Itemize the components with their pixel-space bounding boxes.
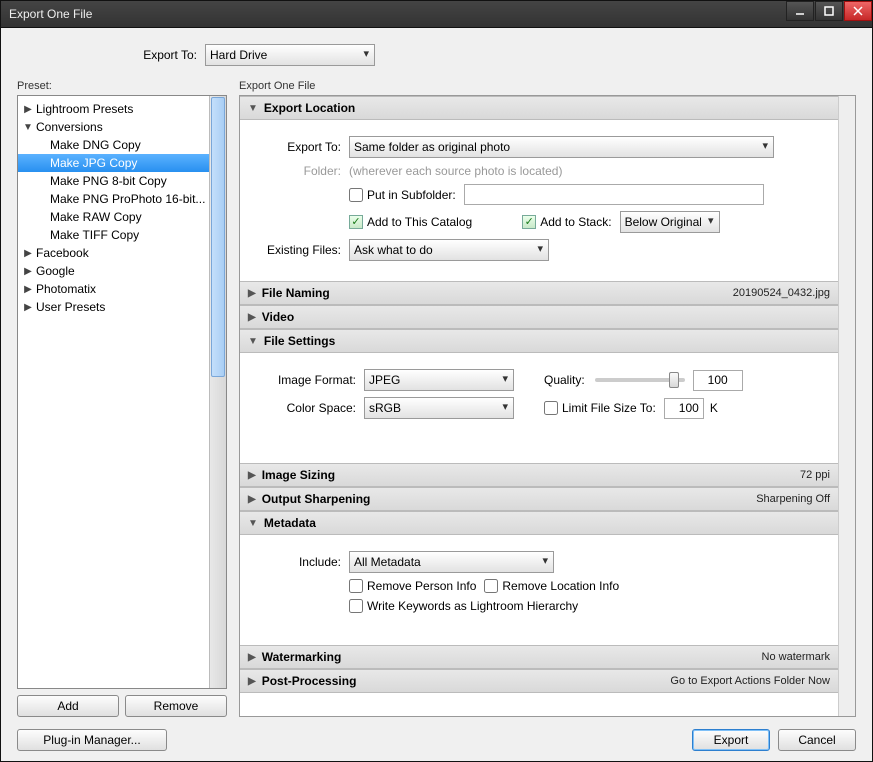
- triangle-right-icon: ▶: [248, 676, 256, 687]
- add-to-stack-label: Add to Stack:: [540, 215, 611, 229]
- quality-label: Quality:: [544, 373, 585, 387]
- panels-label: Export One File: [239, 80, 856, 92]
- export-button[interactable]: Export: [692, 729, 770, 751]
- tree-item-make-raw-copy[interactable]: Make RAW Copy: [18, 208, 226, 226]
- add-to-catalog-label: Add to This Catalog: [367, 215, 472, 229]
- tree-item-make-png-8bit[interactable]: Make PNG 8-bit Copy: [18, 172, 226, 190]
- panel-file-naming[interactable]: ▶File Naming20190524_0432.jpg: [240, 281, 838, 305]
- preset-tree[interactable]: ▶Lightroom Presets ▼Conversions Make DNG…: [17, 95, 227, 689]
- panel-file-settings[interactable]: ▼File Settings: [240, 329, 838, 353]
- loc-folder-value: (wherever each source photo is located): [349, 164, 562, 178]
- limit-filesize-checkbox[interactable]: [544, 401, 558, 415]
- triangle-right-icon: ▶: [248, 652, 256, 663]
- panel-metadata[interactable]: ▼Metadata: [240, 511, 838, 535]
- color-space-select[interactable]: sRGB: [364, 397, 514, 419]
- put-in-subfolder-label: Put in Subfolder:: [367, 188, 456, 202]
- tree-item-make-tiff-copy[interactable]: Make TIFF Copy: [18, 226, 226, 244]
- panel-export-location[interactable]: ▼Export Location: [240, 96, 838, 120]
- tree-item-google[interactable]: ▶Google: [18, 262, 226, 280]
- loc-export-to-select[interactable]: Same folder as original photo: [349, 136, 774, 158]
- existing-files-select[interactable]: Ask what to do: [349, 239, 549, 261]
- sizing-summary: 72 ppi: [800, 469, 830, 481]
- triangle-right-icon: ▶: [248, 288, 256, 299]
- tree-item-make-dng-copy[interactable]: Make DNG Copy: [18, 136, 226, 154]
- metadata-include-label: Include:: [254, 555, 349, 569]
- limit-filesize-input[interactable]: [664, 398, 704, 419]
- triangle-down-icon: ▼: [248, 103, 258, 114]
- panel-watermarking[interactable]: ▶WatermarkingNo watermark: [240, 645, 838, 669]
- loc-folder-label: Folder:: [254, 164, 349, 178]
- put-in-subfolder-checkbox[interactable]: [349, 188, 363, 202]
- tree-item-conversions[interactable]: ▼Conversions: [18, 118, 226, 136]
- sharpen-summary: Sharpening Off: [756, 493, 830, 505]
- tree-item-lightroom-presets[interactable]: ▶Lightroom Presets: [18, 100, 226, 118]
- limit-filesize-unit: K: [710, 401, 718, 415]
- export-to-label: Export To:: [137, 48, 197, 62]
- keywords-hierarchy-label: Write Keywords as Lightroom Hierarchy: [367, 599, 578, 613]
- preset-scrollbar[interactable]: [209, 96, 226, 688]
- tree-item-user-presets[interactable]: ▶User Presets: [18, 298, 226, 316]
- panel-image-sizing[interactable]: ▶Image Sizing72 ppi: [240, 463, 838, 487]
- add-to-catalog-checkbox[interactable]: [349, 215, 363, 229]
- remove-person-label: Remove Person Info: [367, 579, 476, 593]
- plugin-manager-button[interactable]: Plug-in Manager...: [17, 729, 167, 751]
- triangle-down-icon: ▼: [248, 336, 258, 347]
- color-space-label: Color Space:: [254, 401, 364, 415]
- remove-location-label: Remove Location Info: [502, 579, 619, 593]
- minimize-button[interactable]: [786, 1, 814, 21]
- watermark-summary: No watermark: [762, 651, 830, 663]
- panel-video[interactable]: ▶Video: [240, 305, 838, 329]
- image-format-label: Image Format:: [254, 373, 364, 387]
- metadata-include-select[interactable]: All Metadata: [349, 551, 554, 573]
- tree-item-make-png-prophoto[interactable]: Make PNG ProPhoto 16-bit...: [18, 190, 226, 208]
- add-to-stack-checkbox[interactable]: [522, 215, 536, 229]
- loc-export-to-label: Export To:: [254, 140, 349, 154]
- tree-item-photomatix[interactable]: ▶Photomatix: [18, 280, 226, 298]
- remove-person-checkbox[interactable]: [349, 579, 363, 593]
- panel-output-sharpening[interactable]: ▶Output SharpeningSharpening Off: [240, 487, 838, 511]
- image-format-select[interactable]: JPEG: [364, 369, 514, 391]
- existing-files-label: Existing Files:: [254, 243, 349, 257]
- remove-location-checkbox[interactable]: [484, 579, 498, 593]
- triangle-right-icon: ▶: [248, 494, 256, 505]
- limit-filesize-label: Limit File Size To:: [562, 401, 656, 415]
- panel-post-processing[interactable]: ▶Post-ProcessingGo to Export Actions Fol…: [240, 669, 838, 693]
- subfolder-input[interactable]: [464, 184, 764, 205]
- export-to-select[interactable]: Hard Drive: [205, 44, 375, 66]
- post-summary: Go to Export Actions Folder Now: [670, 675, 830, 687]
- quality-slider[interactable]: [595, 378, 685, 382]
- keywords-hierarchy-checkbox[interactable]: [349, 599, 363, 613]
- remove-preset-button[interactable]: Remove: [125, 695, 227, 717]
- titlebar: Export One File: [0, 0, 873, 28]
- cancel-button[interactable]: Cancel: [778, 729, 856, 751]
- close-button[interactable]: [844, 1, 872, 21]
- quality-input[interactable]: [693, 370, 743, 391]
- stack-position-select[interactable]: Below Original: [620, 211, 720, 233]
- tree-item-make-jpg-copy[interactable]: Make JPG Copy: [18, 154, 226, 172]
- triangle-down-icon: ▼: [248, 518, 258, 529]
- panels-scrollbar[interactable]: [838, 96, 855, 716]
- file-naming-summary: 20190524_0432.jpg: [733, 287, 830, 299]
- maximize-button[interactable]: [815, 1, 843, 21]
- window-title: Export One File: [9, 7, 92, 21]
- add-preset-button[interactable]: Add: [17, 695, 119, 717]
- tree-item-facebook[interactable]: ▶Facebook: [18, 244, 226, 262]
- preset-label: Preset:: [17, 80, 227, 92]
- triangle-right-icon: ▶: [248, 470, 256, 481]
- triangle-right-icon: ▶: [248, 312, 256, 323]
